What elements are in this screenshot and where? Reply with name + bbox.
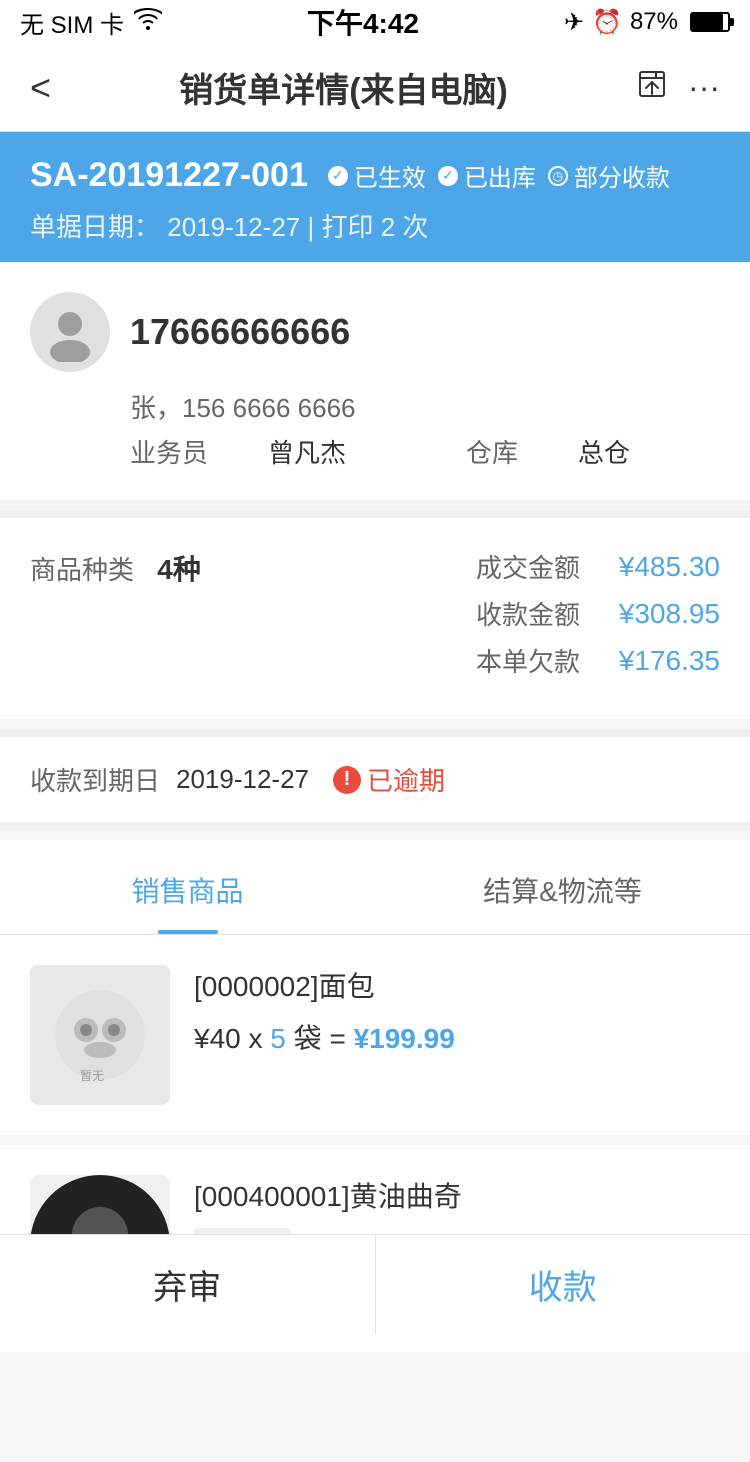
deal-amount-label: 成交金额 bbox=[476, 548, 580, 585]
date-label: 单据日期： bbox=[30, 212, 160, 242]
received-row: 收款金额 ¥308.95 bbox=[476, 595, 720, 632]
warehouse-name: 总仓 bbox=[578, 433, 630, 470]
due-date: 2019-12-27 bbox=[176, 764, 309, 795]
divider-2 bbox=[0, 729, 750, 737]
stats-right: 成交金额 ¥485.30 收款金额 ¥308.95 本单欠款 ¥176.35 bbox=[476, 548, 720, 689]
battery-percent: 87% bbox=[630, 8, 678, 36]
print-label: 打印 bbox=[321, 212, 373, 242]
due-section: 收款到期日 2019-12-27 ! 已逾期 bbox=[0, 737, 750, 830]
banner-date-row: 单据日期： 2019-12-27 | 打印 2 次 bbox=[30, 207, 720, 244]
deal-amount-value: ¥485.30 bbox=[600, 551, 720, 583]
carrier-label: 无 SIM 卡 bbox=[20, 5, 124, 40]
product-total-bread: ¥199.99 bbox=[354, 1023, 455, 1054]
product-price-bread: ¥40 x 5 袋 = ¥199.99 bbox=[194, 1017, 720, 1057]
check-icon-2: ✓ bbox=[438, 166, 458, 186]
status-bar: 无 SIM 卡 下午4:42 ✈ ⏰ 87% bbox=[0, 0, 750, 44]
status-badge-partial: ◷ 部分收款 bbox=[548, 158, 670, 193]
tab-settlement-logistics[interactable]: 结算&物流等 bbox=[375, 840, 750, 934]
order-header-banner: SA-20191227-001 ✓ 已生效 ✓ 已出库 ◷ 部分收款 单据日期：… bbox=[0, 132, 750, 262]
divider-1 bbox=[0, 510, 750, 518]
product-placeholder-bread: 暂无 bbox=[30, 965, 170, 1105]
product-qty-bread: 5 bbox=[270, 1023, 286, 1054]
location-icon: ✈ bbox=[564, 8, 584, 37]
status-time: 下午4:42 bbox=[307, 2, 419, 42]
warehouse-label: 仓库 bbox=[466, 433, 518, 470]
product-image-bread: 暂无 bbox=[30, 965, 170, 1105]
wifi-icon bbox=[134, 8, 162, 37]
order-date: 2019-12-27 bbox=[167, 212, 300, 242]
customer-row: 17666666666 bbox=[30, 292, 720, 372]
received-value: ¥308.95 bbox=[600, 598, 720, 630]
product-name-bread: [0000002]面包 bbox=[194, 965, 720, 1005]
page-title: 销货单详情(来自电脑) bbox=[179, 63, 508, 112]
product-info-bread: [0000002]面包 ¥40 x 5 袋 = ¥199.99 bbox=[194, 965, 720, 1057]
overdue-icon: ! bbox=[333, 766, 361, 794]
back-button[interactable]: < bbox=[30, 67, 51, 109]
overdue-text: 已逾期 bbox=[367, 761, 445, 798]
status-right: ✈ ⏰ 87% bbox=[564, 8, 730, 37]
status-left: 无 SIM 卡 bbox=[20, 5, 162, 40]
alarm-icon: ⏰ bbox=[592, 8, 622, 37]
received-label: 收款金额 bbox=[476, 595, 580, 632]
clock-icon: ◷ bbox=[548, 166, 568, 186]
order-id: SA-20191227-001 bbox=[30, 156, 308, 195]
product-name-cookie: [000400001]黄油曲奇 bbox=[194, 1175, 720, 1215]
customer-phone: 17666666666 bbox=[130, 311, 350, 353]
nav-bar: < 销货单详情(来自电脑) ··· bbox=[0, 44, 750, 132]
customer-name-phone: 张，156 6666 6666 bbox=[130, 388, 720, 425]
more-button[interactable]: ··· bbox=[688, 69, 720, 106]
type-value: 4种 bbox=[157, 554, 201, 585]
owed-row: 本单欠款 ¥176.35 bbox=[476, 642, 720, 679]
share-button[interactable] bbox=[636, 68, 668, 108]
deal-amount-row: 成交金额 ¥485.30 bbox=[476, 548, 720, 585]
type-label: 商品种类 4种 bbox=[30, 548, 201, 588]
check-icon: ✓ bbox=[328, 166, 348, 186]
battery-icon bbox=[690, 12, 730, 32]
product-item-bread: 暂无 [0000002]面包 ¥40 x 5 袋 = ¥199.99 bbox=[0, 935, 750, 1135]
cancel-button[interactable]: 弃审 bbox=[0, 1235, 376, 1334]
status-badge-shipped: ✓ 已出库 bbox=[438, 158, 536, 193]
owed-value: ¥176.35 bbox=[600, 645, 720, 677]
print-unit: 次 bbox=[402, 212, 428, 242]
customer-meta: 业务员 曾凡杰 仓库 总仓 bbox=[130, 433, 720, 470]
status-badge-effective: ✓ 已生效 bbox=[328, 158, 426, 193]
separator: | bbox=[307, 212, 321, 242]
banner-row1: SA-20191227-001 ✓ 已生效 ✓ 已出库 ◷ 部分收款 bbox=[30, 156, 720, 195]
bottom-actions: 弃审 收款 bbox=[0, 1234, 750, 1334]
customer-section: 17666666666 张，156 6666 6666 业务员 曾凡杰 仓库 总… bbox=[0, 262, 750, 500]
overdue-badge: ! 已逾期 bbox=[333, 761, 445, 798]
owed-label: 本单欠款 bbox=[476, 642, 580, 679]
nav-actions: ··· bbox=[636, 68, 720, 108]
stats-left: 商品种类 4种 bbox=[30, 548, 201, 596]
sales-name: 曾凡杰 bbox=[268, 433, 346, 470]
stats-section: 商品种类 4种 成交金额 ¥485.30 收款金额 ¥308.95 本单欠款 ¥… bbox=[0, 518, 750, 719]
confirm-button[interactable]: 收款 bbox=[376, 1235, 750, 1334]
sales-label: 业务员 bbox=[130, 433, 208, 470]
status-badges: ✓ 已生效 ✓ 已出库 ◷ 部分收款 bbox=[328, 158, 670, 193]
avatar bbox=[30, 292, 110, 372]
svg-text:暂无: 暂无 bbox=[80, 1069, 104, 1083]
tab-sales-products[interactable]: 销售商品 bbox=[0, 840, 375, 934]
tabs-section: 销售商品 结算&物流等 bbox=[0, 840, 750, 935]
due-label: 收款到期日 bbox=[30, 761, 160, 798]
